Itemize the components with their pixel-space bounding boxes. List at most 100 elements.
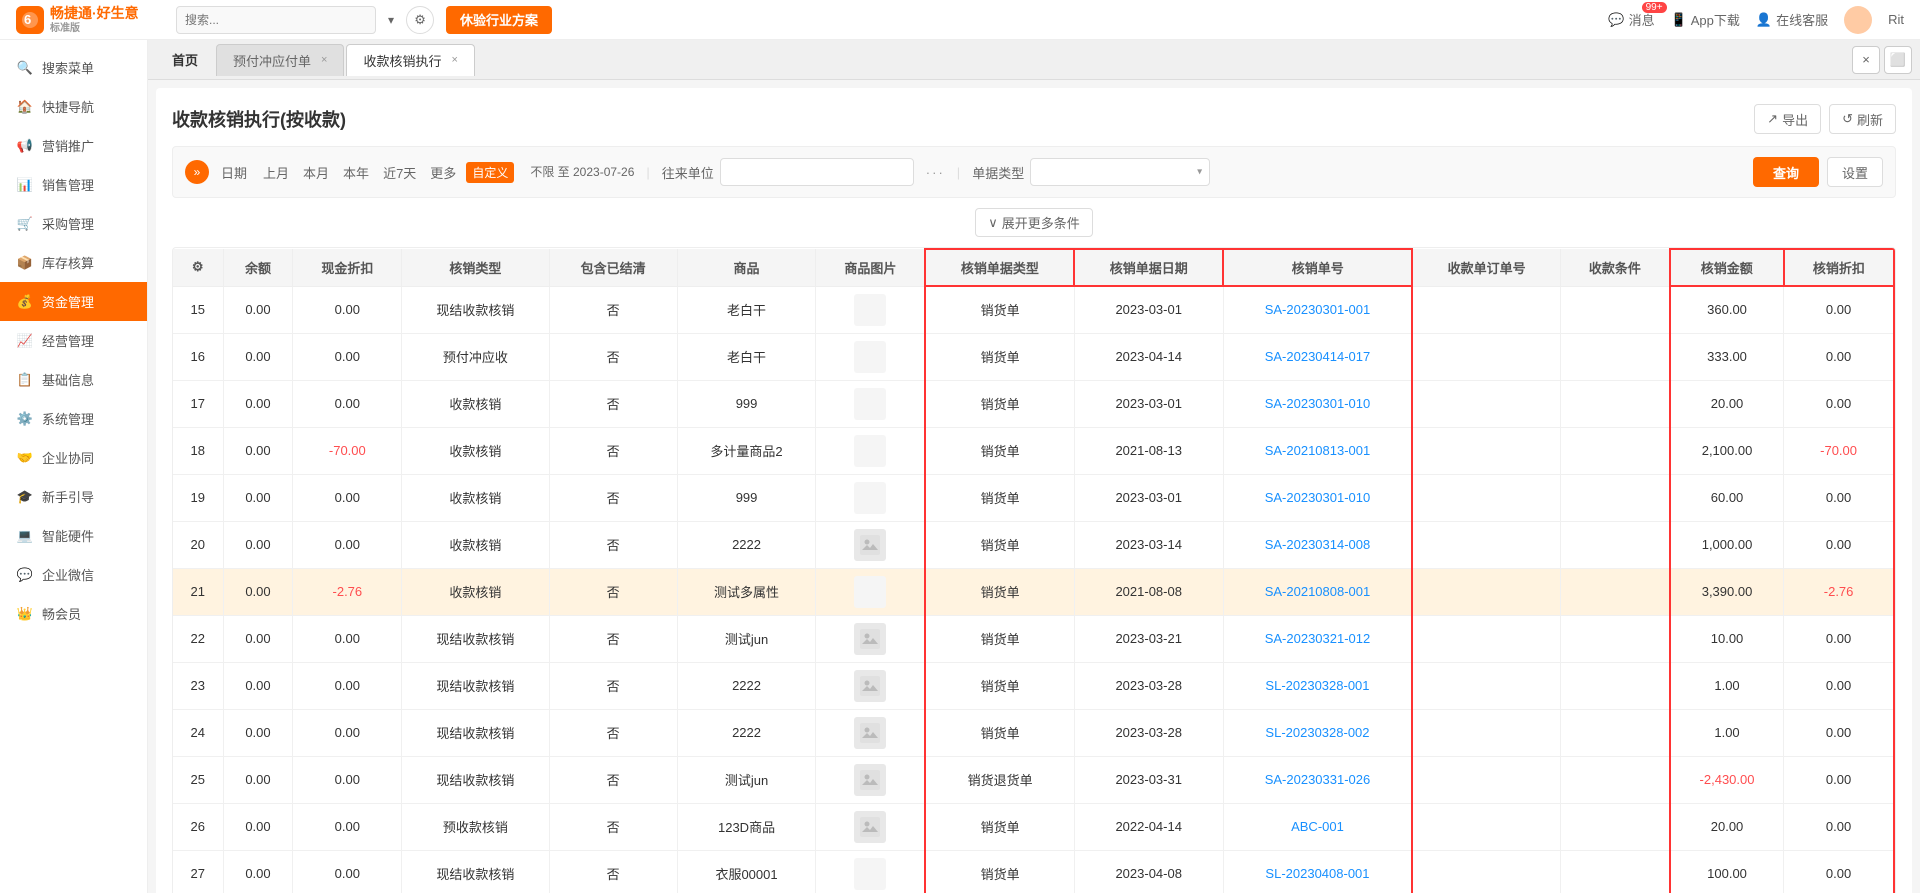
cell-product: 测试jun (677, 756, 816, 803)
cell-num: 21 (173, 568, 223, 615)
cell-product-img (816, 427, 925, 474)
cell-num: 23 (173, 662, 223, 709)
tab-prepay[interactable]: 预付冲应付单 × (216, 44, 344, 76)
cell-verify-discount: -70.00 (1784, 427, 1894, 474)
sidebar-item-label: 基础信息 (42, 370, 94, 389)
sidebar-item-marketing[interactable]: 📢 营销推广 (0, 126, 147, 165)
user-avatar[interactable] (1844, 6, 1872, 34)
cell-num: 24 (173, 709, 223, 756)
close-tab-button[interactable]: × (1852, 46, 1880, 74)
cell-receipt-condition (1560, 286, 1669, 333)
sidebar-item-wechat[interactable]: 💬 企业微信 (0, 555, 147, 594)
topbar-search[interactable] (176, 6, 376, 34)
export-icon: ↗ (1767, 111, 1778, 127)
table-row: 26 0.00 0.00 预收款核销 否 123D商品 销货单 2022-04-… (173, 803, 1894, 850)
sidebar-item-quick-nav[interactable]: 🏠 快捷导航 (0, 87, 147, 126)
query-button[interactable]: 查询 (1753, 157, 1819, 187)
cell-verify-type: 收款核销 (402, 380, 549, 427)
sidebar-item-enterprise[interactable]: 🤝 企业协同 (0, 438, 147, 477)
user-name[interactable]: Rit (1888, 12, 1904, 27)
col-header-settings[interactable]: ⚙ (173, 249, 223, 286)
tab-receipt[interactable]: 收款核销执行 × (346, 44, 474, 76)
date-custom-button[interactable]: 自定义 (466, 162, 514, 183)
close-prepay-tab[interactable]: × (321, 54, 327, 66)
cell-include-settled: 否 (549, 333, 677, 380)
topbar: 6 畅捷通·好生意 标准版 ▾ ⚙ 休验行业方案 💬 消息 99+ 📱 App下… (0, 0, 1920, 40)
cell-receipt-condition (1560, 474, 1669, 521)
filter-expand-button[interactable]: » (185, 160, 209, 184)
app-download-button[interactable]: 📱 App下载 (1671, 10, 1740, 29)
cell-verify-doc-type: 销货单 (925, 427, 1074, 474)
app-logo: 6 畅捷通·好生意 标准版 (16, 4, 164, 35)
sidebar-item-system[interactable]: ⚙️ 系统管理 (0, 399, 147, 438)
date-range-display: 不限 至 2023-07-26 (530, 164, 634, 181)
cell-cash-discount: 0.00 (293, 709, 402, 756)
settings-button[interactable]: 设置 (1827, 157, 1883, 187)
cell-verify-discount: 0.00 (1784, 615, 1894, 662)
date-this-year[interactable]: 本年 (339, 161, 373, 184)
cell-verify-amount: 3,390.00 (1670, 568, 1784, 615)
cell-product-img (816, 521, 925, 568)
sidebar-item-search[interactable]: 🔍 搜索菜单 (0, 48, 147, 87)
col-header-product: 商品 (677, 249, 816, 286)
industry-solution-button[interactable]: 休验行业方案 (446, 6, 552, 34)
cell-verify-doc-type: 销货单 (925, 380, 1074, 427)
doc-type-select[interactable] (1030, 158, 1210, 186)
tab-home[interactable]: 首页 (156, 44, 214, 76)
sidebar-item-label: 销售管理 (42, 175, 94, 194)
cell-product-img (816, 709, 925, 756)
sidebar-item-member[interactable]: 👑 畅会员 (0, 594, 147, 633)
cell-verify-doc-type: 销货单 (925, 333, 1074, 380)
sidebar-item-sales[interactable]: 📊 销售管理 (0, 165, 147, 204)
search-input[interactable] (185, 13, 345, 27)
expand-more-button[interactable]: ∨ 展开更多条件 (975, 208, 1093, 237)
cell-cash-discount: 0.00 (293, 474, 402, 521)
expand-more-container: ∨ 展开更多条件 (172, 208, 1896, 237)
filter-divider-2: | (957, 165, 960, 180)
online-service-button[interactable]: 👤 在线客服 (1756, 10, 1828, 29)
date-this-month[interactable]: 本月 (299, 161, 333, 184)
maximize-button[interactable]: ⬜ (1884, 46, 1912, 74)
cell-num: 15 (173, 286, 223, 333)
topbar-dropdown[interactable]: ▾ (388, 13, 394, 27)
cell-product-img (816, 380, 925, 427)
cell-product: 多计量商品2 (677, 427, 816, 474)
cell-product: 老白干 (677, 333, 816, 380)
from-unit-input[interactable] (720, 158, 914, 186)
sidebar-item-basic[interactable]: 📋 基础信息 (0, 360, 147, 399)
cell-include-settled: 否 (549, 286, 677, 333)
date-prev-month[interactable]: 上月 (259, 161, 293, 184)
refresh-button[interactable]: ↺ 刷新 (1829, 104, 1896, 134)
sidebar-item-label: 采购管理 (42, 214, 94, 233)
date-more[interactable]: 更多 (426, 161, 460, 184)
enterprise-icon: 🤝 (16, 449, 34, 467)
cell-verify-doc-date: 2023-03-31 (1074, 756, 1223, 803)
cell-verify-discount: 0.00 (1784, 521, 1894, 568)
message-button[interactable]: 💬 消息 99+ (1608, 10, 1654, 29)
cell-verify-doc-no: SA-20230301-010 (1223, 380, 1412, 427)
sidebar-item-funds[interactable]: 💰 资金管理 (0, 282, 147, 321)
sidebar-item-operation[interactable]: 📈 经营管理 (0, 321, 147, 360)
cell-product: 999 (677, 474, 816, 521)
export-button[interactable]: ↗ 导出 (1754, 104, 1821, 134)
cell-verify-discount: 0.00 (1784, 709, 1894, 756)
col-header-verify-type: 核销类型 (402, 249, 549, 286)
cell-balance: 0.00 (223, 333, 293, 380)
gear-icon[interactable]: ⚙ (406, 6, 434, 34)
sidebar-item-hardware[interactable]: 💻 智能硬件 (0, 516, 147, 555)
operation-icon: 📈 (16, 332, 34, 350)
close-receipt-tab[interactable]: × (451, 54, 457, 66)
date-last-7days[interactable]: 近7天 (379, 161, 420, 184)
sidebar-item-purchase[interactable]: 🛒 采购管理 (0, 204, 147, 243)
table-scroll[interactable]: ⚙ 余额 现金折扣 核销类型 包含已结清 商品 商品图片 核销单据类型 核销单据… (173, 248, 1895, 893)
cell-receipt-condition (1560, 427, 1669, 474)
sidebar-item-guide[interactable]: 🎓 新手引导 (0, 477, 147, 516)
sidebar-item-inventory[interactable]: 📦 库存核算 (0, 243, 147, 282)
cell-verify-doc-type: 销货单 (925, 286, 1074, 333)
cell-num: 22 (173, 615, 223, 662)
topbar-right: 💬 消息 99+ 📱 App下载 👤 在线客服 Rit (1608, 6, 1904, 34)
cell-balance: 0.00 (223, 521, 293, 568)
home-tab-label: 首页 (172, 50, 198, 69)
cell-include-settled: 否 (549, 662, 677, 709)
cell-verify-amount: 1.00 (1670, 662, 1784, 709)
